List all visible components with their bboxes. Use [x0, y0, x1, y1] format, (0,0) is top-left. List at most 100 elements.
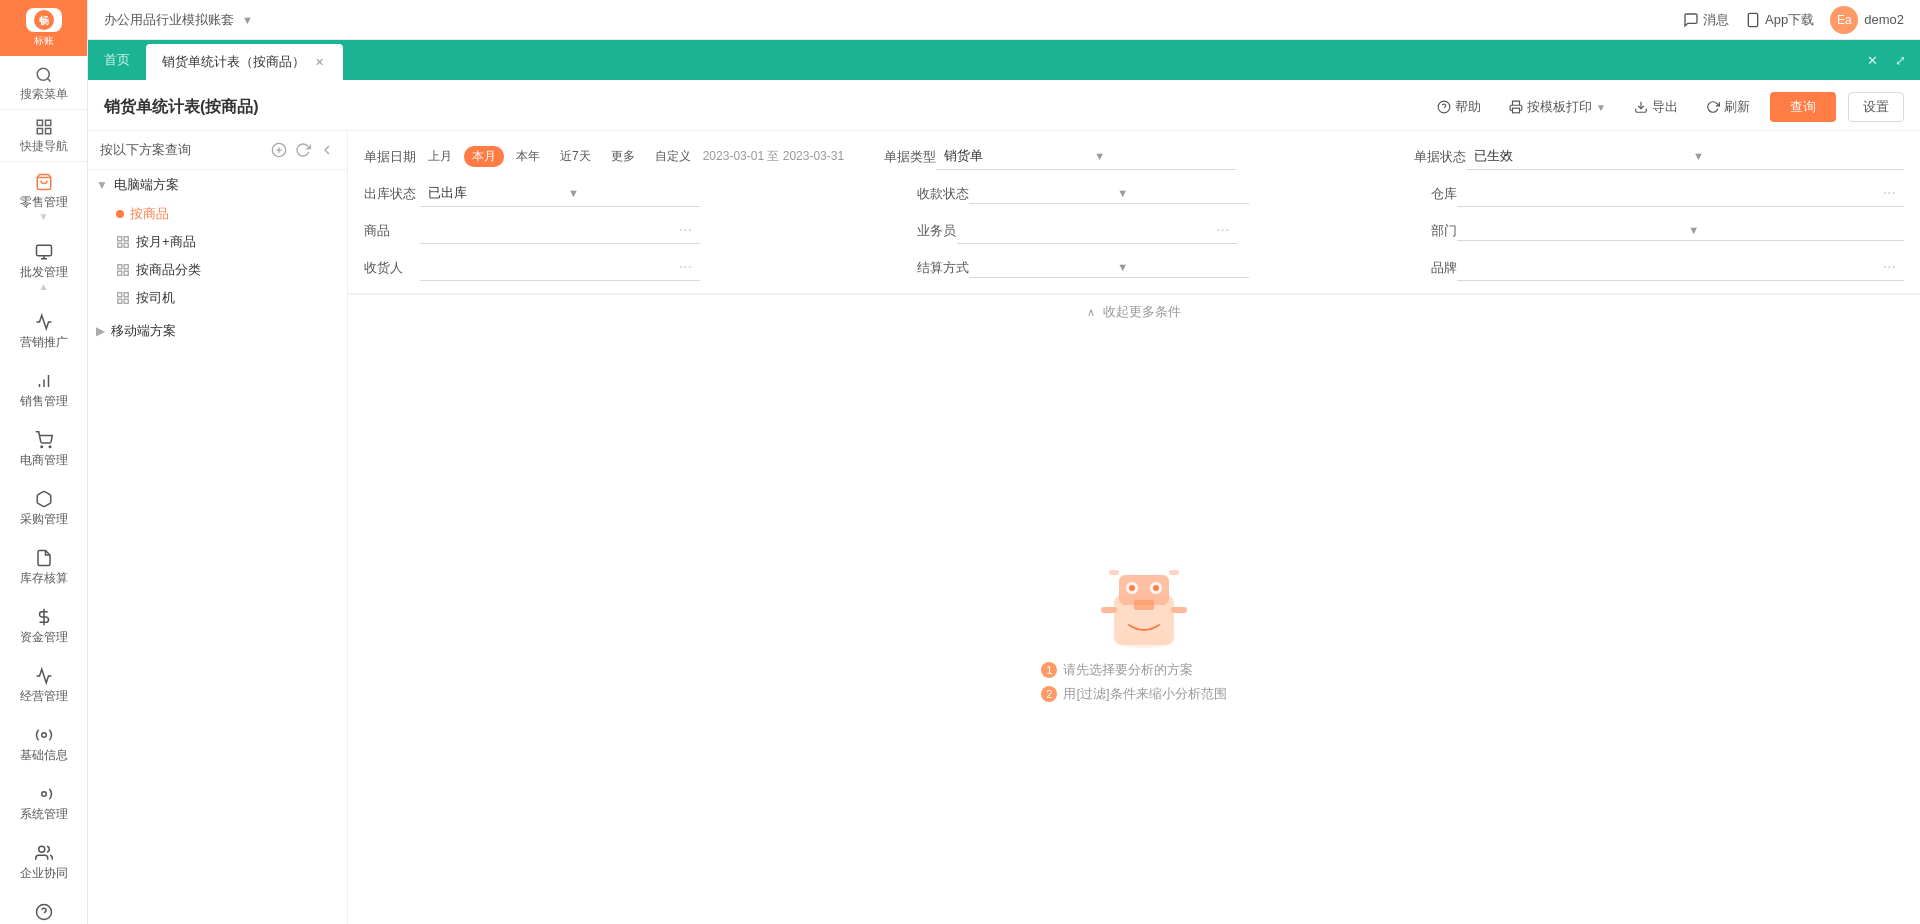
refresh-scheme-icon[interactable] — [295, 142, 311, 158]
svg-point-2 — [37, 68, 49, 80]
recipient-input[interactable]: ··· — [420, 254, 700, 281]
receipt-status-select[interactable]: ▼ — [969, 183, 1249, 204]
quick-nav-label: 快捷导航 — [20, 138, 68, 155]
sidebar-item-operations[interactable]: 经营管理 — [0, 656, 87, 715]
refresh-label: 刷新 — [1724, 98, 1750, 116]
app-selector[interactable]: 办公用品行业模拟账套 ▼ — [104, 11, 253, 29]
warehouse-dots[interactable]: ··· — [1883, 184, 1904, 202]
svg-rect-52 — [1169, 570, 1179, 575]
enterprise-icon — [34, 843, 54, 863]
department-select[interactable]: ▼ — [1457, 220, 1904, 241]
svg-rect-30 — [124, 237, 128, 241]
tree-desktop-scheme[interactable]: ▼ 电脑端方案 — [88, 170, 347, 200]
doc-type-field: 单据类型 销货单 ▼ — [844, 143, 1374, 170]
date-tab-last-month[interactable]: 上月 — [420, 146, 460, 167]
scheme-by-category[interactable]: 按商品分类 — [116, 256, 347, 284]
refresh-btn[interactable]: 刷新 — [1698, 94, 1758, 120]
tree-desktop-children: 按商品 按月+商品 按商品分类 按司机 — [88, 200, 347, 312]
print-btn[interactable]: 按模板打印 ▼ — [1501, 94, 1614, 120]
sidebar-item-retail[interactable]: 零售管理 ▼ — [0, 162, 87, 232]
svg-rect-4 — [36, 245, 51, 256]
scheme-by-month-product[interactable]: 按月+商品 — [116, 228, 347, 256]
tree-mobile-scheme[interactable]: ▶ 移动端方案 — [88, 316, 347, 346]
sidebar-item-purchase[interactable]: 采购管理 — [0, 479, 87, 538]
scheme-by-product[interactable]: 按商品 — [116, 200, 347, 228]
sidebar-menu: 零售管理 ▼ 批发管理 ▲ 营销推广 销售管理 电商管理 采购管理 库存核算 — [0, 162, 87, 924]
tab-close-all-btn[interactable]: ✕ — [1860, 48, 1884, 72]
doc-status-arrow: ▼ — [1685, 150, 1904, 162]
scheme-by-category-label: 按商品分类 — [136, 261, 201, 279]
salesperson-label: 业务员 — [877, 222, 957, 240]
out-status-select[interactable]: 已出库 ▼ — [420, 180, 700, 207]
doc-status-field: 单据状态 已生效 ▼ — [1374, 143, 1904, 170]
filter-left-header: 按以下方案查询 — [88, 131, 347, 170]
user-info[interactable]: Ea demo2 — [1830, 6, 1904, 34]
search-menu-item[interactable]: 搜索菜单 — [0, 56, 87, 110]
scheme-by-month-product-label: 按月+商品 — [136, 233, 196, 251]
brand-dots[interactable]: ··· — [1883, 258, 1904, 276]
page-title: 销货单统计表(按商品) — [104, 97, 259, 118]
sidebar-item-finance[interactable]: 资金管理 — [0, 597, 87, 656]
product-field: 商品 ··· — [364, 217, 877, 244]
add-scheme-icon[interactable] — [271, 142, 287, 158]
tab-home[interactable]: 首页 — [88, 40, 146, 80]
help-btn[interactable]: 帮助 — [1429, 94, 1489, 120]
svg-point-13 — [38, 846, 44, 852]
filter-conditions: 单据日期 上月 本月 本年 近7天 更多 自定义 2023-03-01 至 20… — [348, 131, 1920, 294]
date-tab-more[interactable]: 更多 — [603, 146, 643, 167]
sidebar-item-sales[interactable]: 销售管理 — [0, 361, 87, 420]
date-tab-this-month[interactable]: 本月 — [464, 146, 504, 167]
tab-bar-right: ✕ ⤢ — [1860, 48, 1920, 72]
app-name-label: 标账 — [34, 34, 54, 48]
tab-maximize-btn[interactable]: ⤢ — [1888, 48, 1912, 72]
tree-expand-icon: ▼ — [96, 178, 108, 192]
svg-rect-37 — [118, 293, 122, 297]
top-header: 办公用品行业模拟账套 ▼ 消息 App下载 Ea demo2 — [88, 0, 1920, 40]
tree-desktop-label: 电脑端方案 — [114, 176, 179, 194]
doc-type-select[interactable]: 销货单 ▼ — [936, 143, 1236, 170]
salesperson-input[interactable]: ··· — [957, 217, 1237, 244]
query-button[interactable]: 查询 — [1770, 92, 1836, 122]
grid-icon — [116, 235, 130, 249]
scheme-by-machine[interactable]: 按司机 — [116, 284, 347, 312]
sidebar-item-enterprise[interactable]: 企业协同 — [0, 833, 87, 892]
settings-button[interactable]: 设置 — [1848, 92, 1904, 122]
grid3-icon — [116, 291, 130, 305]
doc-status-select[interactable]: 已生效 ▼ — [1466, 143, 1904, 170]
doc-status-label: 单据状态 — [1374, 148, 1466, 166]
brand-input[interactable]: ··· — [1457, 254, 1904, 281]
active-dot — [116, 210, 124, 218]
svg-rect-51 — [1109, 570, 1119, 575]
app-download-btn[interactable]: App下载 — [1745, 11, 1814, 29]
collapse-label: 收起更多条件 — [1103, 304, 1181, 319]
tab-sales-stat[interactable]: 销货单统计表（按商品） ✕ — [146, 44, 343, 80]
svg-rect-31 — [118, 243, 122, 247]
recipient-dots[interactable]: ··· — [679, 258, 700, 276]
filter-left-title: 按以下方案查询 — [100, 141, 263, 159]
system-label: 系统管理 — [20, 806, 68, 823]
sidebar-item-ecommerce[interactable]: 电商管理 — [0, 420, 87, 479]
message-btn[interactable]: 消息 — [1683, 11, 1729, 29]
sidebar-item-wholesale[interactable]: 批发管理 ▲ — [0, 232, 87, 302]
tab-close-btn[interactable]: ✕ — [311, 54, 327, 70]
warehouse-input[interactable]: ··· — [1457, 180, 1904, 207]
sidebar-item-inventory[interactable]: 库存核算 — [0, 538, 87, 597]
sidebar-item-newguide[interactable]: 新手引导 — [0, 892, 87, 924]
sidebar-item-marketing[interactable]: 营销推广 — [0, 302, 87, 361]
date-tab-this-year[interactable]: 本年 — [508, 146, 548, 167]
date-tab-7days[interactable]: 近7天 — [552, 146, 599, 167]
svg-rect-39 — [118, 299, 122, 303]
product-dots[interactable]: ··· — [679, 221, 700, 239]
collapse-bar[interactable]: ∧ 收起更多条件 — [348, 294, 1920, 329]
filter-scheme-panel: 按以下方案查询 ▼ 电脑端方案 按商品 按月+商品 — [88, 131, 348, 924]
salesperson-dots[interactable]: ··· — [1216, 221, 1237, 239]
sidebar-item-system[interactable]: 系统管理 — [0, 774, 87, 833]
export-label: 导出 — [1652, 98, 1678, 116]
export-btn[interactable]: 导出 — [1626, 94, 1686, 120]
collapse-icon[interactable] — [319, 142, 335, 158]
settlement-select[interactable]: ▼ — [969, 257, 1249, 278]
product-input[interactable]: ··· — [420, 217, 700, 244]
sidebar-item-basic[interactable]: 基础信息 — [0, 715, 87, 774]
date-tab-custom[interactable]: 自定义 — [647, 146, 699, 167]
quick-nav-item[interactable]: 快捷导航 — [0, 110, 87, 162]
